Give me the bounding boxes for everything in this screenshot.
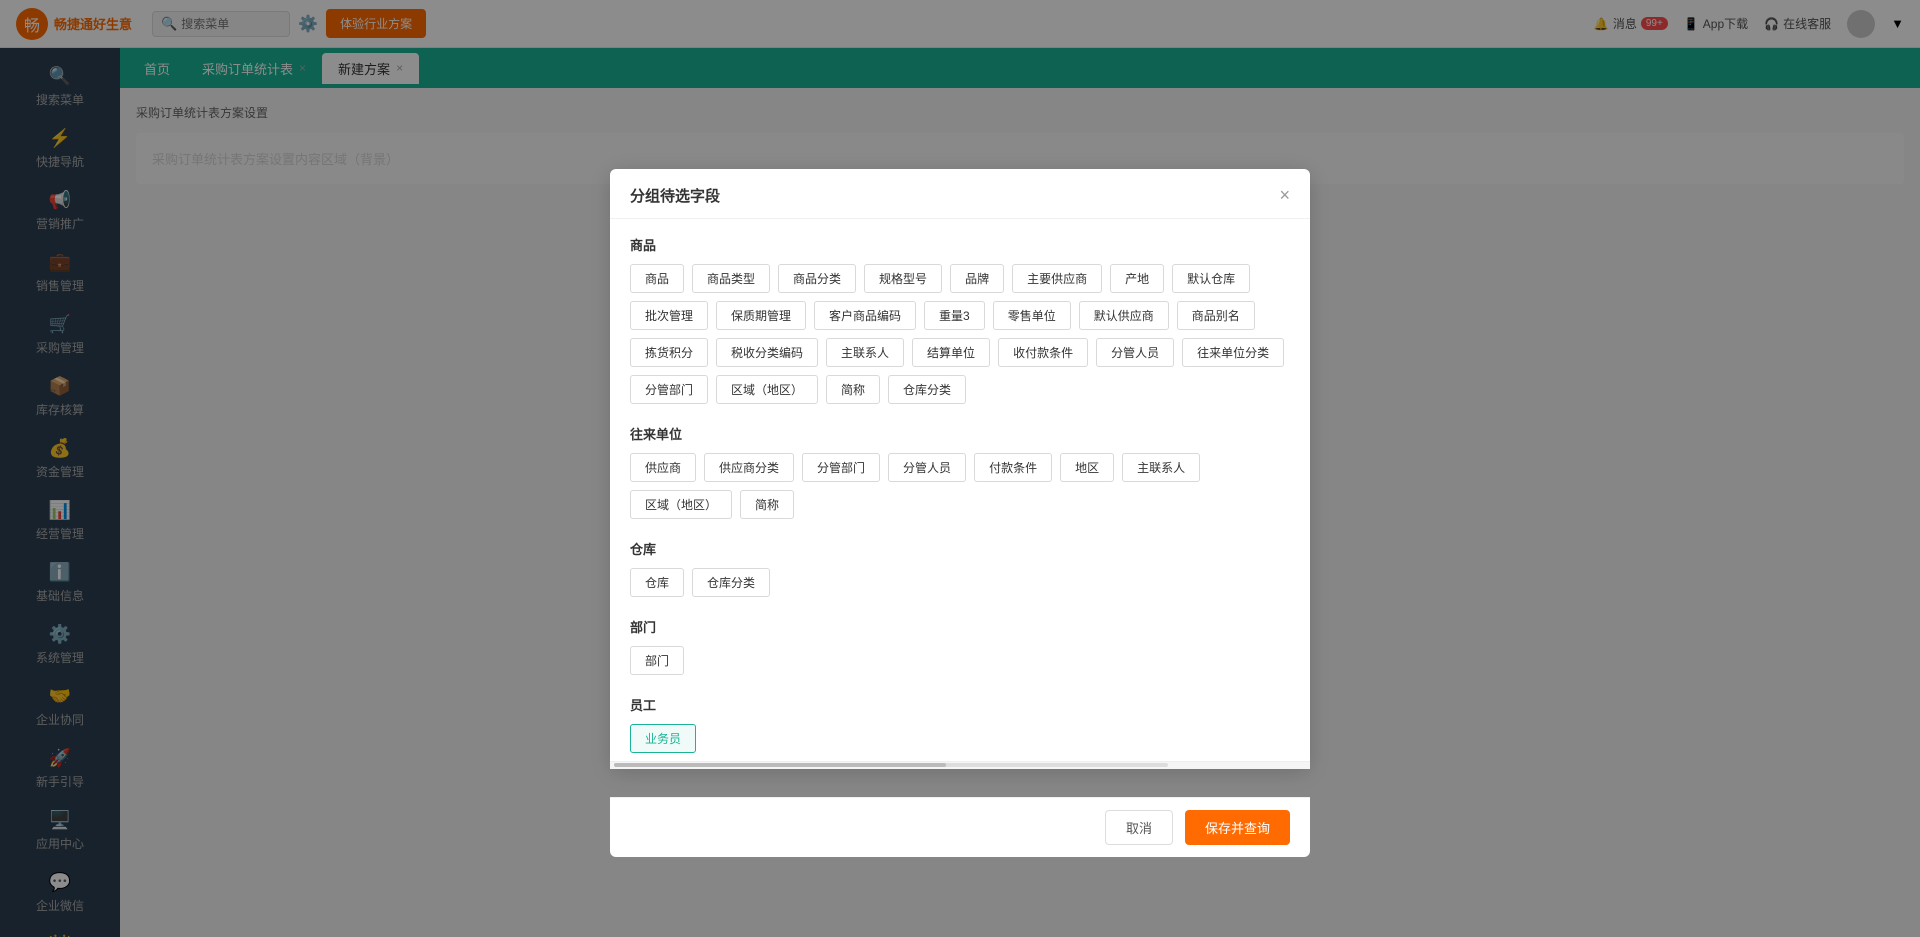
field-tag[interactable]: 仓库分类 xyxy=(888,375,966,404)
field-tag[interactable]: 仓库 xyxy=(630,568,684,597)
field-group-product: 商品 商品 商品类型 商品分类 规格型号 品牌 主要供应商 产地 默认仓库 批次… xyxy=(630,235,1290,404)
field-tag[interactable]: 商品分类 xyxy=(778,264,856,293)
product-field-tags: 商品 商品类型 商品分类 规格型号 品牌 主要供应商 产地 默认仓库 批次管理 … xyxy=(630,264,1290,404)
field-tag[interactable]: 区域（地区） xyxy=(716,375,818,404)
field-tag[interactable]: 主要供应商 xyxy=(1012,264,1102,293)
field-tag[interactable]: 收付款条件 xyxy=(998,338,1088,367)
group-title-warehouse: 仓库 xyxy=(630,539,1290,558)
horizontal-scrollbar[interactable] xyxy=(610,761,1310,769)
modal-body: 商品 商品 商品类型 商品分类 规格型号 品牌 主要供应商 产地 默认仓库 批次… xyxy=(610,219,1310,761)
group-title-department: 部门 xyxy=(630,617,1290,636)
field-tag[interactable]: 部门 xyxy=(630,646,684,675)
field-tag[interactable]: 商品 xyxy=(630,264,684,293)
field-tag[interactable]: 规格型号 xyxy=(864,264,942,293)
group-title-partner: 往来单位 xyxy=(630,424,1290,443)
department-field-tags: 部门 xyxy=(630,646,1290,675)
modal-title: 分组待选字段 xyxy=(630,185,720,206)
field-tag[interactable]: 默认仓库 xyxy=(1172,264,1250,293)
field-tag[interactable]: 简称 xyxy=(826,375,880,404)
field-tag[interactable]: 税收分类编码 xyxy=(716,338,818,367)
field-tag[interactable]: 简称 xyxy=(740,490,794,519)
field-tag[interactable]: 仓库分类 xyxy=(692,568,770,597)
field-tag[interactable]: 商品别名 xyxy=(1177,301,1255,330)
field-tag[interactable]: 结算单位 xyxy=(912,338,990,367)
field-tag[interactable]: 商品类型 xyxy=(692,264,770,293)
field-tag[interactable]: 主联系人 xyxy=(826,338,904,367)
field-tag[interactable]: 客户商品编码 xyxy=(814,301,916,330)
partner-field-tags: 供应商 供应商分类 分管部门 分管人员 付款条件 地区 主联系人 区域（地区） … xyxy=(630,453,1290,519)
modal-header: 分组待选字段 × xyxy=(610,169,1310,219)
field-group-employee: 员工 业务员 xyxy=(630,695,1290,753)
field-tag[interactable]: 保质期管理 xyxy=(716,301,806,330)
field-tag[interactable]: 供应商分类 xyxy=(704,453,794,482)
modal-close-button[interactable]: × xyxy=(1279,185,1290,206)
field-tag[interactable]: 批次管理 xyxy=(630,301,708,330)
field-tag[interactable]: 分管人员 xyxy=(888,453,966,482)
modal-overlay: 分组待选字段 × 商品 商品 商品类型 商品分类 规格型号 品牌 主要供应商 产… xyxy=(0,0,1920,937)
field-tag-salesperson[interactable]: 业务员 xyxy=(630,724,696,753)
field-group-department: 部门 部门 xyxy=(630,617,1290,675)
warehouse-field-tags: 仓库 仓库分类 xyxy=(630,568,1290,597)
field-tag[interactable]: 主联系人 xyxy=(1122,453,1200,482)
field-tag[interactable]: 拣货积分 xyxy=(630,338,708,367)
field-tag[interactable]: 分管部门 xyxy=(802,453,880,482)
modal: 分组待选字段 × 商品 商品 商品类型 商品分类 规格型号 品牌 主要供应商 产… xyxy=(610,169,1310,769)
field-group-warehouse: 仓库 仓库 仓库分类 xyxy=(630,539,1290,597)
field-tag[interactable]: 品牌 xyxy=(950,264,1004,293)
group-title-employee: 员工 xyxy=(630,695,1290,714)
group-title-product: 商品 xyxy=(630,235,1290,254)
field-tag[interactable]: 默认供应商 xyxy=(1079,301,1169,330)
employee-field-tags: 业务员 xyxy=(630,724,1290,753)
field-tag[interactable]: 地区 xyxy=(1060,453,1114,482)
field-tag[interactable]: 重量3 xyxy=(924,301,985,330)
field-tag[interactable]: 往来单位分类 xyxy=(1182,338,1284,367)
cancel-button[interactable]: 取消 xyxy=(1105,810,1173,845)
save-query-button[interactable]: 保存并查询 xyxy=(1185,810,1290,845)
field-tag[interactable]: 产地 xyxy=(1110,264,1164,293)
field-tag[interactable]: 分管人员 xyxy=(1096,338,1174,367)
field-tag[interactable]: 零售单位 xyxy=(993,301,1071,330)
modal-footer: 取消 保存并查询 xyxy=(610,797,1310,857)
field-tag[interactable]: 付款条件 xyxy=(974,453,1052,482)
field-tag[interactable]: 区域（地区） xyxy=(630,490,732,519)
field-tag[interactable]: 分管部门 xyxy=(630,375,708,404)
field-tag[interactable]: 供应商 xyxy=(630,453,696,482)
field-group-partner: 往来单位 供应商 供应商分类 分管部门 分管人员 付款条件 地区 主联系人 区域… xyxy=(630,424,1290,519)
